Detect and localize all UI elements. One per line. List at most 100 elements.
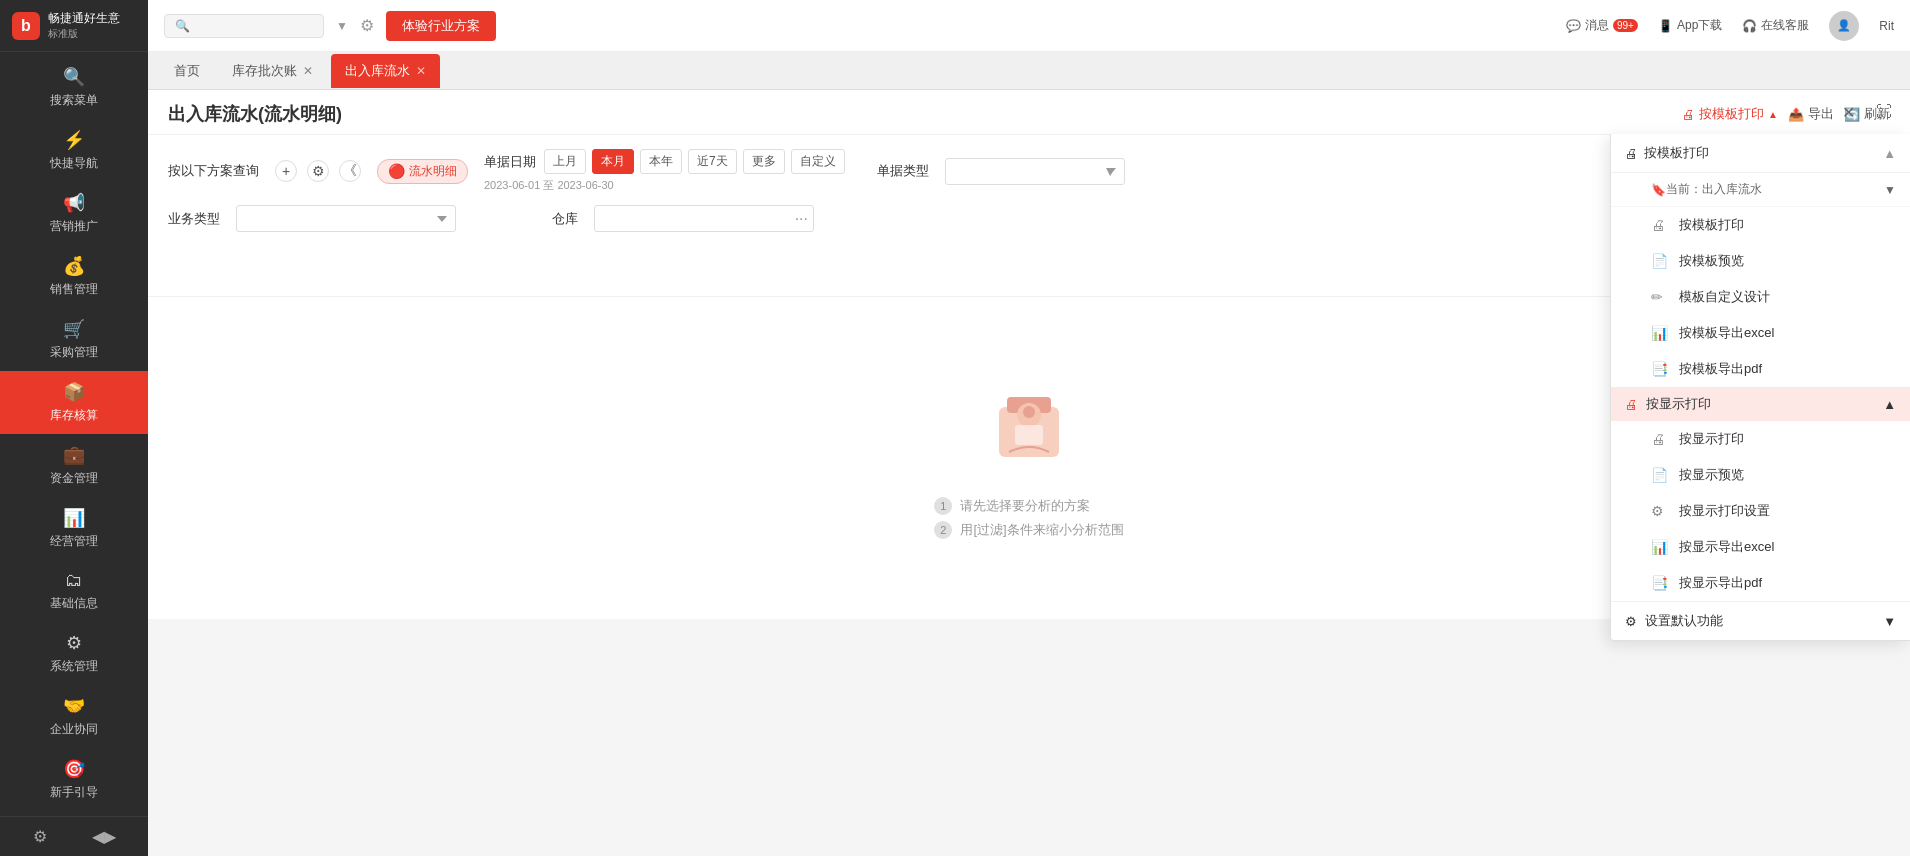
topbar-search-box[interactable]: 🔍	[164, 14, 324, 38]
filter-tag-label: 流水明细	[409, 163, 457, 180]
sidebar-item-collab[interactable]: 🤝 企业协同	[0, 685, 148, 748]
sidebar-label-finance: 资金管理	[50, 470, 98, 487]
warehouse-label: 仓库	[552, 210, 578, 228]
sidebar-item-inventory[interactable]: 📦 库存核算	[0, 371, 148, 434]
display-section-header[interactable]: 🖨 按显示打印 ▲	[1611, 387, 1910, 421]
empty-tips: 1 请先选择要分析的方案 2 用[过滤]条件来缩小分析范围	[934, 497, 1123, 539]
purchase-icon: 🛒	[63, 318, 85, 340]
print-icon: 🖨	[1682, 107, 1695, 122]
panel-template-export-pdf[interactable]: 📑 按模板导出pdf	[1611, 351, 1910, 387]
display-excel-icon: 📊	[1651, 539, 1669, 555]
display-section-chevron: ▲	[1883, 397, 1896, 412]
voucher-type-select[interactable]	[945, 158, 1125, 185]
biz-type-label: 业务类型	[168, 210, 220, 228]
collapse-sidebar-icon[interactable]: ◀▶	[92, 827, 116, 846]
template-excel-label: 按模板导出excel	[1679, 324, 1774, 342]
footer-settings-icon: ⚙	[1625, 614, 1637, 629]
sidebar-item-sales[interactable]: 💰 销售管理	[0, 245, 148, 308]
sidebar-label-guide: 新手引导	[50, 784, 98, 801]
app-logo-text: 畅捷通好生意 标准版	[48, 10, 120, 41]
date-filter-label: 单据日期	[484, 153, 536, 171]
sidebar-label-purchase: 采购管理	[50, 344, 98, 361]
app-name: 畅捷通好生意	[48, 10, 120, 27]
panel-template-preview[interactable]: 📄 按模板预览	[1611, 243, 1910, 279]
tab-flow-label: 出入库流水	[345, 62, 410, 80]
phone-icon: 📱	[1658, 19, 1673, 33]
display-print-icon: 🖨	[1651, 431, 1669, 447]
date-btn-more[interactable]: 更多	[743, 149, 785, 174]
message-badge: 99+	[1613, 19, 1638, 32]
close-window-button[interactable]: ✕	[1834, 98, 1862, 126]
panel-display-settings[interactable]: ⚙ 按显示打印设置	[1611, 493, 1910, 529]
tabbar: 首页 库存批次账 ✕ 出入库流水 ✕	[148, 52, 1910, 90]
warehouse-more-icon[interactable]: ···	[795, 210, 808, 228]
sidebar-label-sales: 销售管理	[50, 281, 98, 298]
tab-flow-close-icon[interactable]: ✕	[416, 64, 426, 78]
sidebar-item-system[interactable]: ⚙ 系统管理	[0, 622, 148, 685]
date-btn-last-month[interactable]: 上月	[544, 149, 586, 174]
tab-batch-close-icon[interactable]: ✕	[303, 64, 313, 78]
tip-2-number: 2	[934, 521, 952, 539]
footer-arrow-icon: ▼	[1883, 614, 1896, 629]
topbar-gear-icon[interactable]: ⚙	[360, 16, 374, 35]
search-icon: 🔍	[63, 66, 85, 88]
main-area: 🔍 ▼ ⚙ 体验行业方案 💬 消息 99+ 📱 App下载 🎧 在线客服 👤 R…	[148, 0, 1910, 856]
trial-button[interactable]: 体验行业方案	[386, 11, 496, 41]
filter-action-buttons: + ⚙ 《	[275, 160, 361, 182]
template-print-label: 按模板打印	[1679, 216, 1744, 234]
sidebar-item-base[interactable]: 🗂 基础信息	[0, 560, 148, 622]
content-wrapper: ✕ ⛶ 出入库流水(流水明细) 🖨 按模板打印 ▲ 📤 导出	[148, 90, 1910, 856]
panel-display-print[interactable]: 🖨 按显示打印	[1611, 421, 1910, 457]
sidebar-item-finance[interactable]: 💼 资金管理	[0, 434, 148, 497]
tab-batch[interactable]: 库存批次账 ✕	[218, 54, 327, 88]
username-label[interactable]: Rit	[1879, 19, 1894, 33]
sidebar-item-operation[interactable]: 📊 经营管理	[0, 497, 148, 560]
filter-settings-button[interactable]: ⚙	[307, 160, 329, 182]
panel-display-preview[interactable]: 📄 按显示预览	[1611, 457, 1910, 493]
date-btn-this-year[interactable]: 本年	[640, 149, 682, 174]
maximize-window-button[interactable]: ⛶	[1870, 98, 1898, 126]
panel-display-export-excel[interactable]: 📊 按显示导出excel	[1611, 529, 1910, 565]
tab-flow[interactable]: 出入库流水 ✕	[331, 54, 440, 88]
voucher-type-label: 单据类型	[877, 162, 929, 180]
topbar-dropdown-arrow[interactable]: ▼	[336, 19, 348, 33]
panel-template-print[interactable]: 🖨 按模板打印	[1611, 207, 1910, 243]
date-btn-this-month[interactable]: 本月	[592, 149, 634, 174]
template-excel-icon: 📊	[1651, 325, 1669, 341]
message-button[interactable]: 💬 消息 99+	[1566, 17, 1638, 34]
panel-chevron-up-icon[interactable]: ▲	[1883, 146, 1896, 161]
display-preview-icon: 📄	[1651, 467, 1669, 483]
sidebar-item-shortcut[interactable]: ⚡ 快捷导航	[0, 119, 148, 182]
biz-type-select[interactable]	[236, 205, 456, 232]
message-label: 消息	[1585, 17, 1609, 34]
user-avatar[interactable]: 👤	[1829, 11, 1859, 41]
template-print-icon: 🖨	[1651, 217, 1669, 233]
marketing-icon: 📢	[63, 192, 85, 214]
filter-add-button[interactable]: +	[275, 160, 297, 182]
panel-footer[interactable]: ⚙ 设置默认功能 ▼	[1611, 601, 1910, 640]
app-download-label: App下载	[1677, 17, 1722, 34]
settings-bottom-icon[interactable]: ⚙	[33, 827, 47, 846]
date-btn-custom[interactable]: 自定义	[791, 149, 845, 174]
shortcut-icon: ⚡	[63, 129, 85, 151]
online-service-button[interactable]: 🎧 在线客服	[1742, 17, 1809, 34]
date-btn-7days[interactable]: 近7天	[688, 149, 737, 174]
app-download-button[interactable]: 📱 App下载	[1658, 17, 1722, 34]
panel-template-custom[interactable]: ✏ 模板自定义设计	[1611, 279, 1910, 315]
sidebar-item-purchase[interactable]: 🛒 采购管理	[0, 308, 148, 371]
sidebar: b 畅捷通好生意 标准版 🔍 搜索菜单 ⚡ 快捷导航 📢 营销推广 💰 销售管理…	[0, 0, 148, 856]
tab-home[interactable]: 首页	[160, 54, 214, 88]
panel-current-item: 🔖 当前：出入库流水 ▼	[1611, 173, 1910, 207]
panel-template-export-excel[interactable]: 📊 按模板导出excel	[1611, 315, 1910, 351]
sidebar-item-marketing[interactable]: 📢 营销推广	[0, 182, 148, 245]
inventory-icon: 📦	[63, 381, 85, 403]
filter-collapse-button[interactable]: 《	[339, 160, 361, 182]
message-icon: 💬	[1566, 19, 1581, 33]
print-template-button[interactable]: 🖨 按模板打印 ▲	[1682, 105, 1778, 123]
tip-1-number: 1	[934, 497, 952, 515]
sidebar-item-search[interactable]: 🔍 搜索菜单	[0, 56, 148, 119]
warehouse-input[interactable]	[594, 205, 814, 232]
sidebar-item-guide[interactable]: 🎯 新手引导	[0, 748, 148, 811]
panel-display-export-pdf[interactable]: 📑 按显示导出pdf	[1611, 565, 1910, 601]
filter-tag-shuimingxi[interactable]: 🔴 流水明细	[377, 159, 468, 184]
